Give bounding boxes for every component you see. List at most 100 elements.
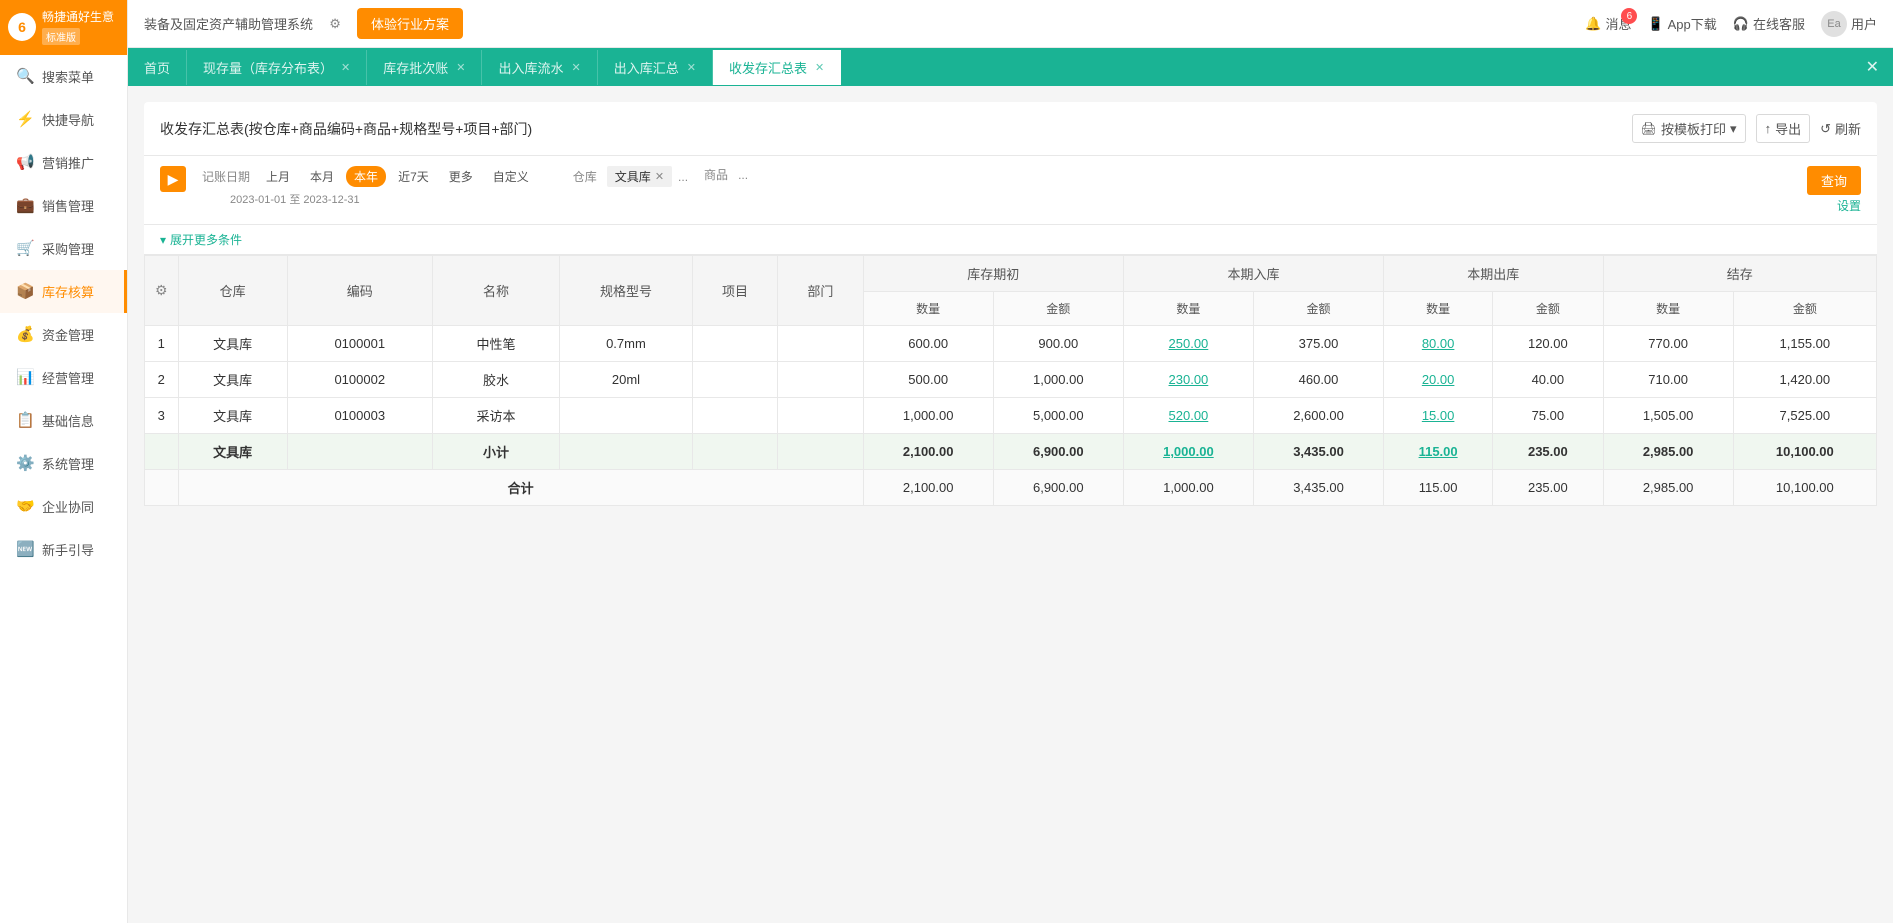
warehouse-tag-close[interactable]: ✕ — [655, 170, 664, 183]
export-btn[interactable]: ↑ 导出 — [1756, 114, 1811, 143]
tab-current-stock[interactable]: 现存量（库存分布表） ✕ — [187, 50, 367, 85]
table-footer: 合计 2,100.00 6,900.00 1,000.00 3,435.00 1… — [145, 470, 1877, 506]
tab-batch-account[interactable]: 库存批次账 ✕ — [367, 50, 482, 85]
row-out-amt: 235.00 — [1493, 434, 1603, 470]
sidebar-item-purchase[interactable]: 🛒 采购管理 — [0, 227, 127, 270]
row-warehouse: 文具库 — [178, 398, 287, 434]
expand-bar: ▾ 展开更多条件 — [144, 225, 1877, 255]
sidebar-item-guide[interactable]: 🆕 新手引导 — [0, 528, 127, 571]
row-in-qty[interactable]: 230.00 — [1123, 362, 1253, 398]
row-out-qty[interactable]: 15.00 — [1384, 398, 1493, 434]
row-closing-amt: 1,420.00 — [1733, 362, 1876, 398]
notifications-btn[interactable]: 🔔 6 消息 — [1585, 14, 1631, 33]
expand-conditions-btn[interactable]: ▾ 展开更多条件 — [160, 231, 242, 248]
column-settings-icon[interactable]: ⚙ — [155, 282, 168, 298]
tab-io-summary[interactable]: 出入库汇总 ✕ — [598, 50, 713, 85]
data-table: ⚙ 仓库 编码 名称 规格型号 项目 部门 库存期初 本期入库 本期出库 结存 — [144, 255, 1877, 506]
logo-icon: 6 — [8, 13, 36, 41]
sidebar-item-base-info[interactable]: 📋 基础信息 — [0, 399, 127, 442]
warehouse-tag: 文具库 ✕ — [607, 166, 672, 187]
tab-bar-close-btn[interactable]: ✕ — [1852, 49, 1893, 85]
row-out-qty[interactable]: 80.00 — [1384, 326, 1493, 362]
tab-receive-summary[interactable]: 收发存汇总表 ✕ — [713, 50, 841, 85]
row-code: 0100003 — [287, 398, 432, 434]
logo-badge: 标准版 — [42, 28, 80, 45]
row-out-qty[interactable]: 20.00 — [1384, 362, 1493, 398]
date-option-more[interactable]: 更多 — [441, 166, 481, 187]
tab-close-batch-account[interactable]: ✕ — [456, 61, 465, 74]
tab-io-flow[interactable]: 出入库流水 ✕ — [482, 50, 597, 85]
sidebar-item-finance[interactable]: 💰 资金管理 — [0, 313, 127, 356]
sidebar-item-system[interactable]: ⚙️ 系统管理 — [0, 442, 127, 485]
row-in-amt: 2,600.00 — [1253, 398, 1383, 434]
sidebar-item-inventory[interactable]: 📦 库存核算 — [0, 270, 127, 313]
tab-home[interactable]: 首页 — [128, 50, 187, 85]
sidebar-item-sales[interactable]: 💼 销售管理 — [0, 184, 127, 227]
row-name: 小计 — [432, 434, 559, 470]
row-opening-amt: 6,900.00 — [993, 434, 1123, 470]
tab-close-io-flow[interactable]: ✕ — [572, 61, 581, 74]
row-closing-qty: 1,505.00 — [1603, 398, 1733, 434]
chevron-down-icon: ▾ — [160, 233, 166, 247]
goods-more[interactable]: ... — [738, 168, 748, 182]
tab-close-receive-summary[interactable]: ✕ — [815, 61, 824, 74]
warehouse-more[interactable]: ... — [678, 170, 688, 184]
print-template-btn[interactable]: 🖨 按模板打印 ▾ — [1632, 114, 1746, 143]
row-opening-amt: 5,000.00 — [993, 398, 1123, 434]
row-in-amt: 460.00 — [1253, 362, 1383, 398]
trial-button[interactable]: 体验行业方案 — [357, 8, 463, 39]
top-bar: 装备及固定资产辅助管理系统 ⚙ 体验行业方案 🔔 6 消息 📱 App下载 🎧 … — [128, 0, 1893, 48]
row-no — [145, 434, 179, 470]
system-title: 装备及固定资产辅助管理系统 — [144, 14, 313, 33]
user-btn[interactable]: Ea 用户 — [1821, 11, 1877, 37]
col-closing-qty: 数量 — [1603, 292, 1733, 326]
row-in-qty[interactable]: 250.00 — [1123, 326, 1253, 362]
bell-icon: 🔔 — [1585, 16, 1601, 32]
col-group-out: 本期出库 — [1384, 256, 1604, 292]
out-qty-link[interactable]: 20.00 — [1422, 372, 1455, 387]
col-dept: 部门 — [778, 256, 863, 326]
sidebar-item-marketing[interactable]: 📢 营销推广 — [0, 141, 127, 184]
query-btn[interactable]: 查询 — [1807, 166, 1861, 195]
row-project — [692, 326, 777, 362]
sales-icon: 💼 — [16, 196, 34, 214]
sidebar-item-search[interactable]: 🔍 搜索菜单 — [0, 55, 127, 98]
row-no: 2 — [145, 362, 179, 398]
col-name: 名称 — [432, 256, 559, 326]
footer-in-qty: 1,000.00 — [1123, 470, 1253, 506]
date-option-this-year[interactable]: 本年 — [346, 166, 386, 187]
date-option-7days[interactable]: 近7天 — [390, 166, 437, 187]
col-spec: 规格型号 — [560, 256, 693, 326]
operations-icon: 📊 — [16, 368, 34, 386]
footer-opening-amt: 6,900.00 — [993, 470, 1123, 506]
sidebar-item-quick-nav[interactable]: ⚡ 快捷导航 — [0, 98, 127, 141]
row-in-qty[interactable]: 520.00 — [1123, 398, 1253, 434]
sidebar-item-corp-collab[interactable]: 🤝 企业协同 — [0, 485, 127, 528]
finance-icon: 💰 — [16, 325, 34, 343]
filter-toggle-btn[interactable]: ▶ — [160, 166, 186, 192]
col-warehouse: 仓库 — [178, 256, 287, 326]
row-closing-qty: 710.00 — [1603, 362, 1733, 398]
base-info-icon: 📋 — [16, 411, 34, 429]
filter-settings-link[interactable]: 设置 — [1837, 197, 1861, 214]
settings-icon-btn[interactable]: ⚙ — [321, 10, 349, 38]
app-download-btn[interactable]: 📱 App下载 — [1647, 14, 1716, 33]
out-qty-link[interactable]: 80.00 — [1422, 336, 1455, 351]
tab-close-io-summary[interactable]: ✕ — [687, 61, 696, 74]
tab-close-current-stock[interactable]: ✕ — [341, 61, 350, 74]
in-qty-link[interactable]: 230.00 — [1169, 372, 1209, 387]
refresh-btn[interactable]: ↺ 刷新 — [1820, 119, 1861, 138]
export-icon: ↑ — [1765, 121, 1772, 136]
online-service-btn[interactable]: 🎧 在线客服 — [1733, 14, 1805, 33]
sidebar-item-operations[interactable]: 📊 经营管理 — [0, 356, 127, 399]
date-option-last-month[interactable]: 上月 — [258, 166, 298, 187]
date-option-this-month[interactable]: 本月 — [302, 166, 342, 187]
col-settings: ⚙ — [145, 256, 179, 326]
in-qty-link[interactable]: 520.00 — [1169, 408, 1209, 423]
date-option-custom[interactable]: 自定义 — [485, 166, 537, 187]
in-qty-link[interactable]: 250.00 — [1169, 336, 1209, 351]
inventory-icon: 📦 — [16, 282, 34, 300]
row-spec — [560, 434, 693, 470]
out-qty-link[interactable]: 15.00 — [1422, 408, 1455, 423]
row-closing-qty: 770.00 — [1603, 326, 1733, 362]
